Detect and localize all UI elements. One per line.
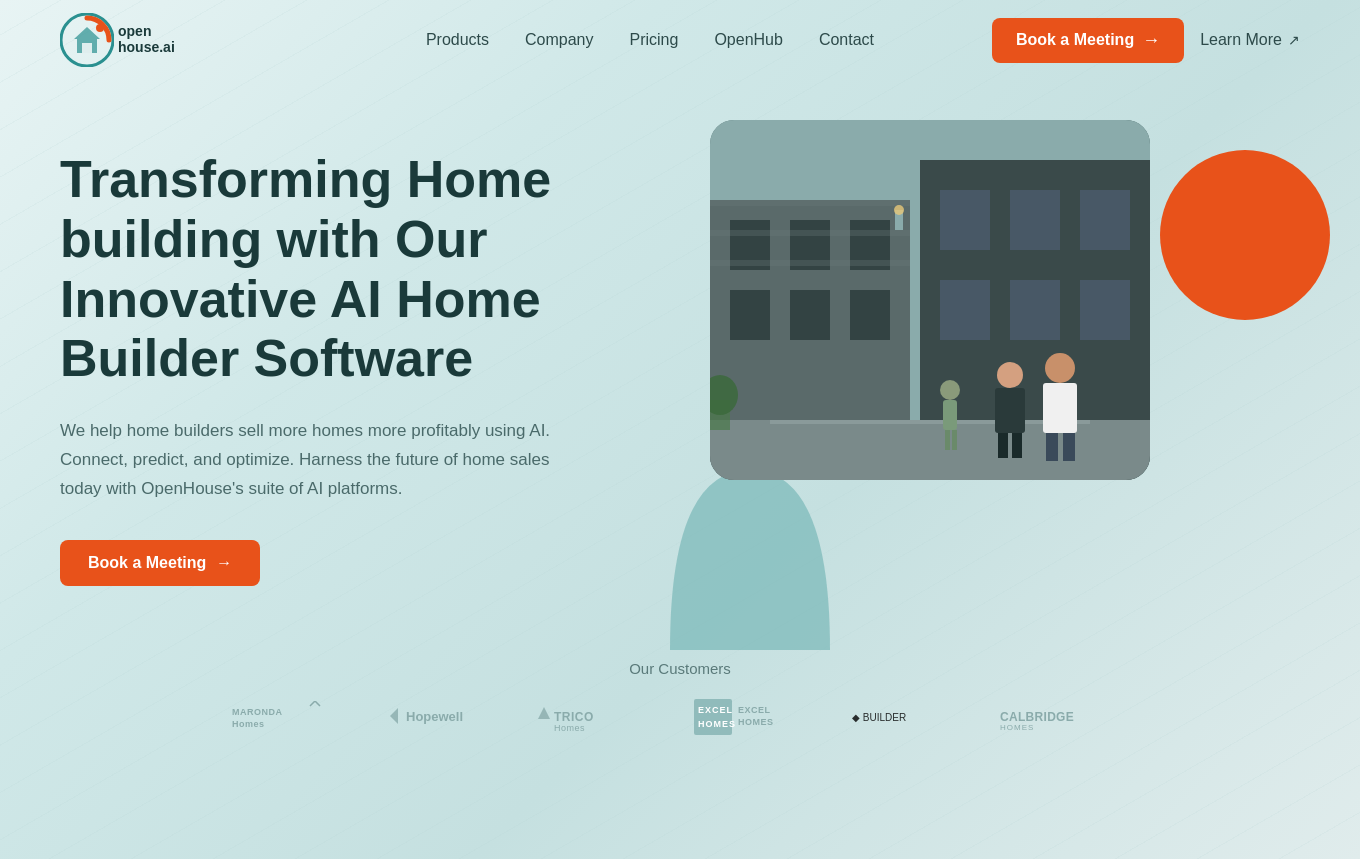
nav-pricing[interactable]: Pricing (630, 31, 679, 49)
svg-rect-20 (1080, 280, 1130, 340)
svg-rect-17 (1080, 190, 1130, 250)
svg-text:CALBRIDGE: CALBRIDGE (1000, 710, 1074, 724)
svg-rect-37 (1043, 383, 1077, 433)
svg-rect-21 (710, 200, 910, 206)
svg-rect-24 (710, 420, 1150, 480)
book-meeting-button[interactable]: Book a Meeting → (992, 18, 1184, 63)
svg-text:MARONDA: MARONDA (232, 707, 283, 717)
svg-text:TRICO: TRICO (554, 710, 594, 724)
hero-visual (680, 120, 1300, 620)
customers-label: Our Customers (60, 660, 1300, 677)
svg-text:HOMES: HOMES (1000, 723, 1034, 731)
svg-marker-45 (538, 707, 550, 719)
hero-arrow-icon: → (216, 554, 232, 572)
svg-rect-22 (710, 230, 910, 236)
hero-section: Transforming Home building with Our Inno… (0, 80, 1360, 620)
svg-point-3 (96, 24, 104, 32)
external-link-icon: ↗ (1288, 32, 1300, 48)
svg-text:EXCEL: EXCEL (738, 705, 771, 715)
svg-rect-31 (952, 430, 957, 450)
logo-calbridge: CALBRIDGE HOMES (1000, 703, 1130, 731)
logo[interactable]: open house.ai (60, 13, 248, 67)
svg-rect-35 (1012, 433, 1022, 458)
svg-text:◆ BUILDER: ◆ BUILDER (852, 712, 906, 723)
main-nav: Products Company Pricing OpenHub Contact (426, 31, 874, 49)
logo-text: open house.ai (118, 20, 248, 60)
logo-trico: TRICO Homes (536, 701, 646, 733)
logo-hopewell: Hopewell (388, 703, 488, 731)
svg-rect-30 (945, 430, 950, 450)
arrow-icon: → (1142, 30, 1160, 51)
svg-text:house.ai: house.ai (118, 39, 175, 55)
learn-more-button[interactable]: Learn More ↗ (1200, 31, 1300, 49)
svg-text:open: open (118, 23, 151, 39)
svg-rect-39 (1063, 433, 1075, 461)
svg-rect-33 (995, 388, 1025, 433)
svg-point-36 (1045, 353, 1075, 383)
nav-contact[interactable]: Contact (819, 31, 874, 49)
svg-text:HOMES: HOMES (698, 719, 736, 729)
nav-openhub[interactable]: OpenHub (714, 31, 783, 49)
hero-content: Transforming Home building with Our Inno… (60, 120, 640, 586)
customers-section: Our Customers MARONDA Homes Hopewell TRI… (0, 620, 1360, 767)
svg-rect-19 (1010, 280, 1060, 340)
customers-logos: MARONDA Homes Hopewell TRICO Homes EXCEL (60, 697, 1300, 737)
svg-text:Homes: Homes (232, 719, 265, 729)
site-header: open house.ai Products Company Pricing O… (0, 0, 1360, 80)
svg-point-27 (894, 205, 904, 215)
svg-rect-2 (82, 43, 92, 53)
svg-rect-23 (710, 260, 910, 266)
svg-rect-25 (770, 420, 1090, 424)
svg-text:EXCEL: EXCEL (698, 705, 733, 715)
svg-rect-16 (1010, 190, 1060, 250)
hero-title: Transforming Home building with Our Inno… (60, 150, 640, 389)
logo-maronda: MARONDA Homes (230, 701, 340, 733)
hero-illustration (710, 120, 1150, 480)
svg-rect-12 (730, 290, 770, 340)
orange-circle-decoration (1160, 150, 1330, 320)
hero-image (710, 120, 1150, 480)
svg-rect-29 (943, 400, 957, 430)
hero-description: We help home builders sell more homes mo… (60, 417, 580, 504)
header-actions: Book a Meeting → Learn More ↗ (992, 18, 1300, 63)
svg-text:Homes: Homes (554, 723, 585, 733)
svg-rect-14 (850, 290, 890, 340)
nav-products[interactable]: Products (426, 31, 489, 49)
svg-text:Hopewell: Hopewell (406, 709, 463, 724)
svg-rect-34 (998, 433, 1008, 458)
svg-point-32 (997, 362, 1023, 388)
logo-icon (60, 13, 114, 67)
svg-point-28 (940, 380, 960, 400)
svg-rect-38 (1046, 433, 1058, 461)
svg-rect-13 (790, 290, 830, 340)
nav-company[interactable]: Company (525, 31, 593, 49)
svg-rect-18 (940, 280, 990, 340)
hero-book-meeting-button[interactable]: Book a Meeting → (60, 540, 260, 586)
logo-fifth: ◆ BUILDER (852, 703, 952, 731)
svg-text:HOMES: HOMES (738, 717, 774, 727)
logo-excel: EXCEL HOMES EXCEL HOMES (694, 697, 804, 737)
svg-rect-15 (940, 190, 990, 250)
